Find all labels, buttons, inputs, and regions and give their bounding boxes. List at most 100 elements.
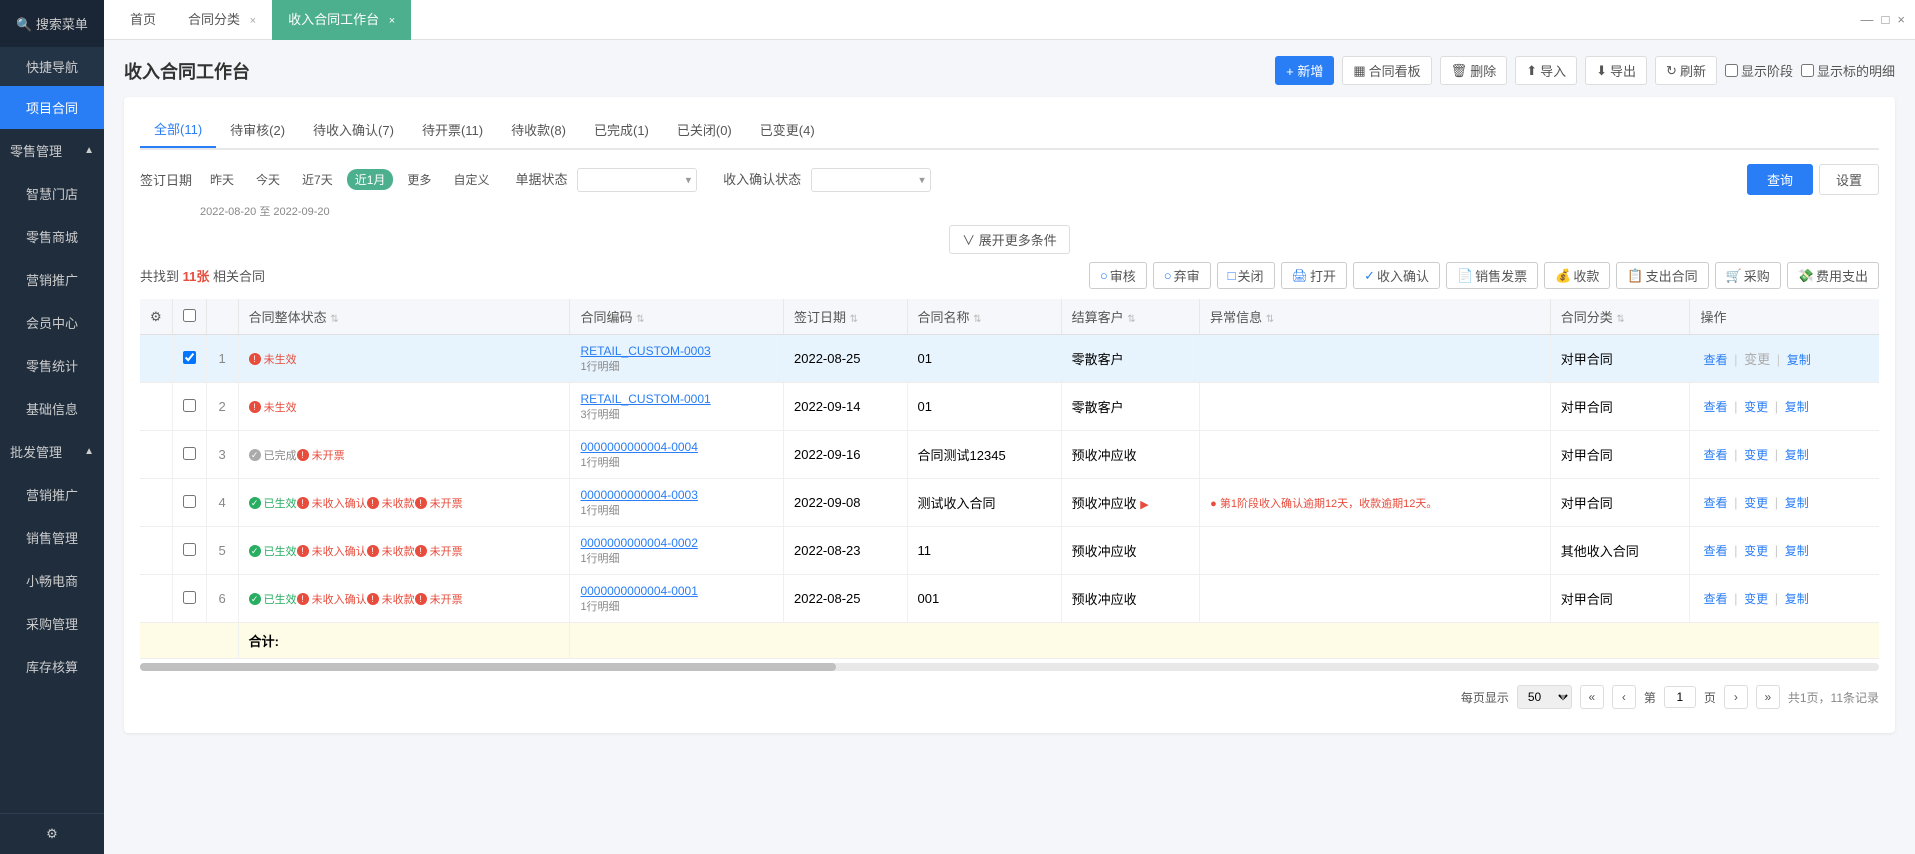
filter-option-custom[interactable]: 自定义: [445, 169, 497, 190]
col-header-contract-code[interactable]: 合同编码 ⇅: [570, 299, 784, 335]
sort-sign-date[interactable]: ⇅: [850, 314, 858, 325]
new-button[interactable]: + 新增: [1275, 56, 1334, 85]
cell-setting[interactable]: [140, 479, 172, 527]
view-op-button[interactable]: 查看: [1700, 496, 1730, 510]
setting-button[interactable]: 设置: [1819, 164, 1879, 195]
sidebar-item-project-contract[interactable]: 项目合同: [0, 86, 104, 129]
sort-contract-code[interactable]: ⇅: [636, 314, 644, 325]
view-op-button[interactable]: 查看: [1700, 400, 1730, 414]
review-button[interactable]: ○ 审核: [1089, 262, 1147, 289]
horizontal-scrollbar[interactable]: [140, 663, 1879, 671]
col-header-contract-status[interactable]: 合同整体状态 ⇅: [238, 299, 570, 335]
show-details-checkbox[interactable]: 显示标的明细: [1801, 61, 1895, 80]
sidebar-quick-nav[interactable]: 快捷导航: [0, 47, 104, 86]
expense-out-button[interactable]: 💸 费用支出: [1787, 262, 1879, 289]
cell-setting[interactable]: [140, 575, 172, 623]
sidebar-search[interactable]: 🔍 搜索菜单: [0, 0, 104, 47]
copy-op-button[interactable]: 复制: [1782, 544, 1812, 558]
contract-code-link[interactable]: 0000000000004-0001: [580, 584, 697, 598]
sidebar-item-inventory[interactable]: 库存核算: [0, 645, 104, 688]
view-op-button[interactable]: 查看: [1700, 592, 1730, 606]
out-contract-button[interactable]: 📋 支出合同: [1616, 262, 1708, 289]
cell-checkbox[interactable]: [172, 383, 206, 431]
contract-code-link[interactable]: 0000000000004-0002: [580, 536, 697, 550]
change-op-button[interactable]: 变更: [1741, 353, 1773, 367]
last-page-button[interactable]: »: [1756, 685, 1780, 709]
window-close-button[interactable]: ×: [1897, 12, 1905, 27]
filter-option-yesterday[interactable]: 昨天: [202, 169, 242, 190]
contract-code-link[interactable]: RETAIL_CUSTOM-0003: [580, 344, 710, 358]
filter-option-more[interactable]: 更多: [399, 169, 439, 190]
cell-setting[interactable]: [140, 383, 172, 431]
sales-invoice-button[interactable]: 📄 销售发票: [1446, 262, 1538, 289]
status-tab-pending-income-confirm[interactable]: 待收入确认(7): [299, 112, 408, 147]
scrollbar-thumb[interactable]: [140, 663, 836, 671]
export-button[interactable]: ⬇ 导出: [1585, 56, 1647, 85]
query-button[interactable]: 查询: [1747, 164, 1813, 195]
prev-page-button[interactable]: ‹: [1612, 685, 1636, 709]
tab-contract-category-close[interactable]: ×: [250, 15, 256, 27]
row-checkbox[interactable]: [183, 351, 196, 364]
import-button[interactable]: ⬆ 导入: [1515, 56, 1577, 85]
col-header-sign-date[interactable]: 签订日期 ⇅: [784, 299, 908, 335]
sidebar-item-xiaochang-ecommerce[interactable]: 小畅电商: [0, 559, 104, 602]
sidebar-item-retail-management[interactable]: 零售管理 ▲: [0, 129, 104, 172]
status-tab-completed[interactable]: 已完成(1): [580, 112, 663, 147]
filter-option-today[interactable]: 今天: [248, 169, 288, 190]
contract-code-link[interactable]: RETAIL_CUSTOM-0001: [580, 392, 710, 406]
sidebar-item-wholesale-management[interactable]: 批发管理 ▲: [0, 430, 104, 473]
cell-checkbox[interactable]: [172, 431, 206, 479]
cell-checkbox[interactable]: [172, 335, 206, 383]
cell-setting[interactable]: [140, 527, 172, 575]
show-stages-input[interactable]: [1725, 64, 1738, 77]
status-tab-all[interactable]: 全部(11): [140, 111, 216, 148]
show-stages-checkbox[interactable]: 显示阶段: [1725, 61, 1793, 80]
select-all-checkbox[interactable]: [183, 309, 196, 322]
row-checkbox[interactable]: [183, 543, 196, 556]
row-checkbox[interactable]: [183, 495, 196, 508]
sort-abnormal[interactable]: ⇅: [1266, 314, 1274, 325]
expand-more-conditions[interactable]: ∨ 展开更多条件: [949, 225, 1070, 254]
filter-option-7days[interactable]: 近7天: [294, 169, 341, 190]
cell-checkbox[interactable]: [172, 479, 206, 527]
page-size-select[interactable]: 20 50 100: [1517, 685, 1572, 709]
col-header-category[interactable]: 合同分类 ⇅: [1550, 299, 1690, 335]
sort-contract-name[interactable]: ⇅: [973, 314, 981, 325]
close-contract-button[interactable]: □ 关闭: [1217, 262, 1275, 289]
income-confirm-status-select[interactable]: [811, 168, 931, 192]
status-tab-closed[interactable]: 已关闭(0): [663, 112, 746, 147]
copy-op-button[interactable]: 复制: [1782, 496, 1812, 510]
col-header-contract-name[interactable]: 合同名称 ⇅: [907, 299, 1061, 335]
row-checkbox[interactable]: [183, 447, 196, 460]
copy-op-button[interactable]: 复制: [1782, 400, 1812, 414]
status-tab-changed[interactable]: 已变更(4): [746, 112, 829, 147]
change-op-button[interactable]: 变更: [1741, 448, 1771, 462]
tab-income-workbench[interactable]: 收入合同工作台 ×: [272, 0, 411, 40]
contract-board-button[interactable]: ▦ 合同看板: [1342, 56, 1431, 85]
contract-code-link[interactable]: 0000000000004-0004: [580, 440, 697, 454]
refresh-button[interactable]: ↻ 刷新: [1655, 56, 1717, 85]
row-checkbox[interactable]: [183, 591, 196, 604]
tab-contract-category[interactable]: 合同分类 ×: [172, 0, 272, 40]
collect-button[interactable]: 💰 收款: [1544, 262, 1610, 289]
col-header-customer[interactable]: 结算客户 ⇅: [1061, 299, 1199, 335]
sidebar-item-retail-shop[interactable]: 零售商城: [0, 215, 104, 258]
view-op-button[interactable]: 查看: [1700, 544, 1730, 558]
sidebar-item-purchase-management[interactable]: 采购管理: [0, 602, 104, 645]
print-button[interactable]: 🖨 打开: [1281, 262, 1348, 289]
maximize-button[interactable]: □: [1882, 12, 1890, 27]
sidebar-item-marketing[interactable]: 营销推广: [0, 258, 104, 301]
change-op-button[interactable]: 变更: [1741, 400, 1771, 414]
status-tab-pending-payment[interactable]: 待收款(8): [497, 112, 580, 147]
change-op-button[interactable]: 变更: [1741, 496, 1771, 510]
tab-income-workbench-close[interactable]: ×: [389, 15, 395, 27]
tab-home[interactable]: 首页: [114, 0, 172, 40]
cell-setting[interactable]: [140, 335, 172, 383]
cell-checkbox[interactable]: [172, 527, 206, 575]
view-op-button[interactable]: 查看: [1700, 353, 1730, 367]
sidebar-item-retail-stats[interactable]: 零售统计: [0, 344, 104, 387]
contract-code-link[interactable]: 0000000000004-0003: [580, 488, 697, 502]
col-header-settings[interactable]: ⚙: [140, 299, 172, 335]
cell-setting[interactable]: [140, 431, 172, 479]
minimize-button[interactable]: —: [1861, 12, 1874, 27]
